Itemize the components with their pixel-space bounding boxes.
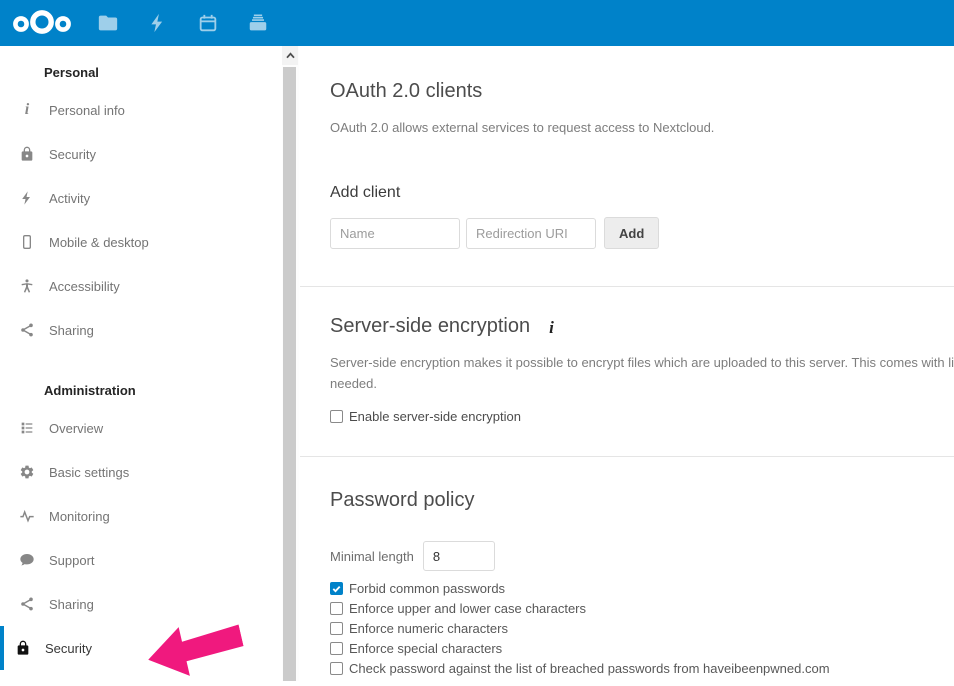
enable-encryption-checkbox[interactable] [330,410,343,423]
sidebar-item-support[interactable]: Support [0,538,300,582]
scrollbar-thumb[interactable] [283,67,296,681]
folder-icon [97,12,119,34]
nextcloud-logo[interactable] [10,0,74,46]
add-client-heading: Add client [330,184,954,202]
speech-bubble-icon [19,552,35,568]
sidebar-item-activity[interactable]: Activity [0,176,300,220]
share-icon [19,596,35,612]
info-icon: i [19,102,35,118]
sidebar-item-security-admin[interactable]: Security [0,626,300,670]
policy-option-row: Enforce special characters [330,638,954,658]
encryption-description: Server-side encryption makes it possible… [330,352,954,394]
sidebar-item-monitoring[interactable]: Monitoring [0,494,300,538]
oauth-description: OAuth 2.0 allows external services to re… [330,117,954,138]
files-app-button[interactable] [86,0,130,46]
lock-icon [15,640,31,656]
forbid-common-passwords-checkbox[interactable] [330,582,343,595]
enforce-numeric-checkbox[interactable] [330,622,343,635]
sidebar-item-accessibility[interactable]: Accessibility [0,264,300,308]
enforce-case-checkbox[interactable] [330,602,343,615]
oauth-section: OAuth 2.0 clients OAuth 2.0 allows exter… [300,46,954,286]
lightning-icon [147,12,169,34]
enable-encryption-row: Enable server-side encryption [330,407,954,425]
haveibeenpwned-checkbox[interactable] [330,662,343,675]
list-icon [19,420,35,436]
redirection-uri-input[interactable] [466,218,596,249]
sidebar-section-personal: Personal [0,58,300,88]
sidebar-item-personal-security[interactable]: Security [0,132,300,176]
scroll-up-button[interactable] [282,46,298,65]
lock-icon [19,146,35,162]
calendar-icon [197,12,219,34]
lightning-icon [19,190,35,206]
sidebar-item-sharing-personal[interactable]: Sharing [0,308,300,352]
policy-option-row: Enforce numeric characters [330,618,954,638]
minimal-length-label: Minimal length [330,549,414,564]
top-bar [0,0,954,46]
sidebar-item-mobile-desktop[interactable]: Mobile & desktop [0,220,300,264]
minimal-length-row: Minimal length [330,541,954,571]
deck-icon [247,12,269,34]
password-policy-title: Password policy [330,487,954,514]
pulse-icon [19,508,35,524]
calendar-app-button[interactable] [186,0,230,46]
settings-sidebar: Personal i Personal info Security Activi… [0,46,300,681]
sidebar-item-sharing-admin[interactable]: Sharing [0,582,300,626]
deck-app-button[interactable] [236,0,280,46]
enable-encryption-label[interactable]: Enable server-side encryption [349,409,521,424]
phone-icon [19,234,35,250]
client-name-input[interactable] [330,218,460,249]
minimal-length-input[interactable] [423,541,495,571]
share-icon [19,322,35,338]
settings-content: OAuth 2.0 clients OAuth 2.0 allows exter… [300,46,954,681]
encryption-title: Server-side encryption [330,313,530,340]
add-button[interactable]: Add [604,217,659,249]
encryption-section: Server-side encryption i Server-side enc… [300,287,954,456]
accessibility-icon [19,278,35,294]
sidebar-section-administration: Administration [0,376,300,406]
policy-option-row: Forbid common passwords [330,578,954,598]
policy-option-row: Check password against the list of breac… [330,658,954,678]
policy-option-row: Enforce upper and lower case characters [330,598,954,618]
password-policy-section: Password policy Minimal length Forbid co… [300,457,954,678]
sidebar-scrollbar [282,46,299,681]
check-icon [331,583,342,594]
sidebar-item-overview[interactable]: Overview [0,406,300,450]
info-icon[interactable]: i [549,318,554,338]
add-client-form: Add [330,217,954,249]
app-menu [86,0,280,46]
gear-icon [19,464,35,480]
chevron-up-icon [286,52,295,59]
sidebar-item-personal-info[interactable]: i Personal info [0,88,300,132]
sidebar-item-basic-settings[interactable]: Basic settings [0,450,300,494]
password-policy-options: Forbid common passwords Enforce upper an… [330,578,954,678]
enforce-special-checkbox[interactable] [330,642,343,655]
oauth-title: OAuth 2.0 clients [330,78,954,105]
activity-app-button[interactable] [136,0,180,46]
nextcloud-logo-icon [11,8,73,38]
